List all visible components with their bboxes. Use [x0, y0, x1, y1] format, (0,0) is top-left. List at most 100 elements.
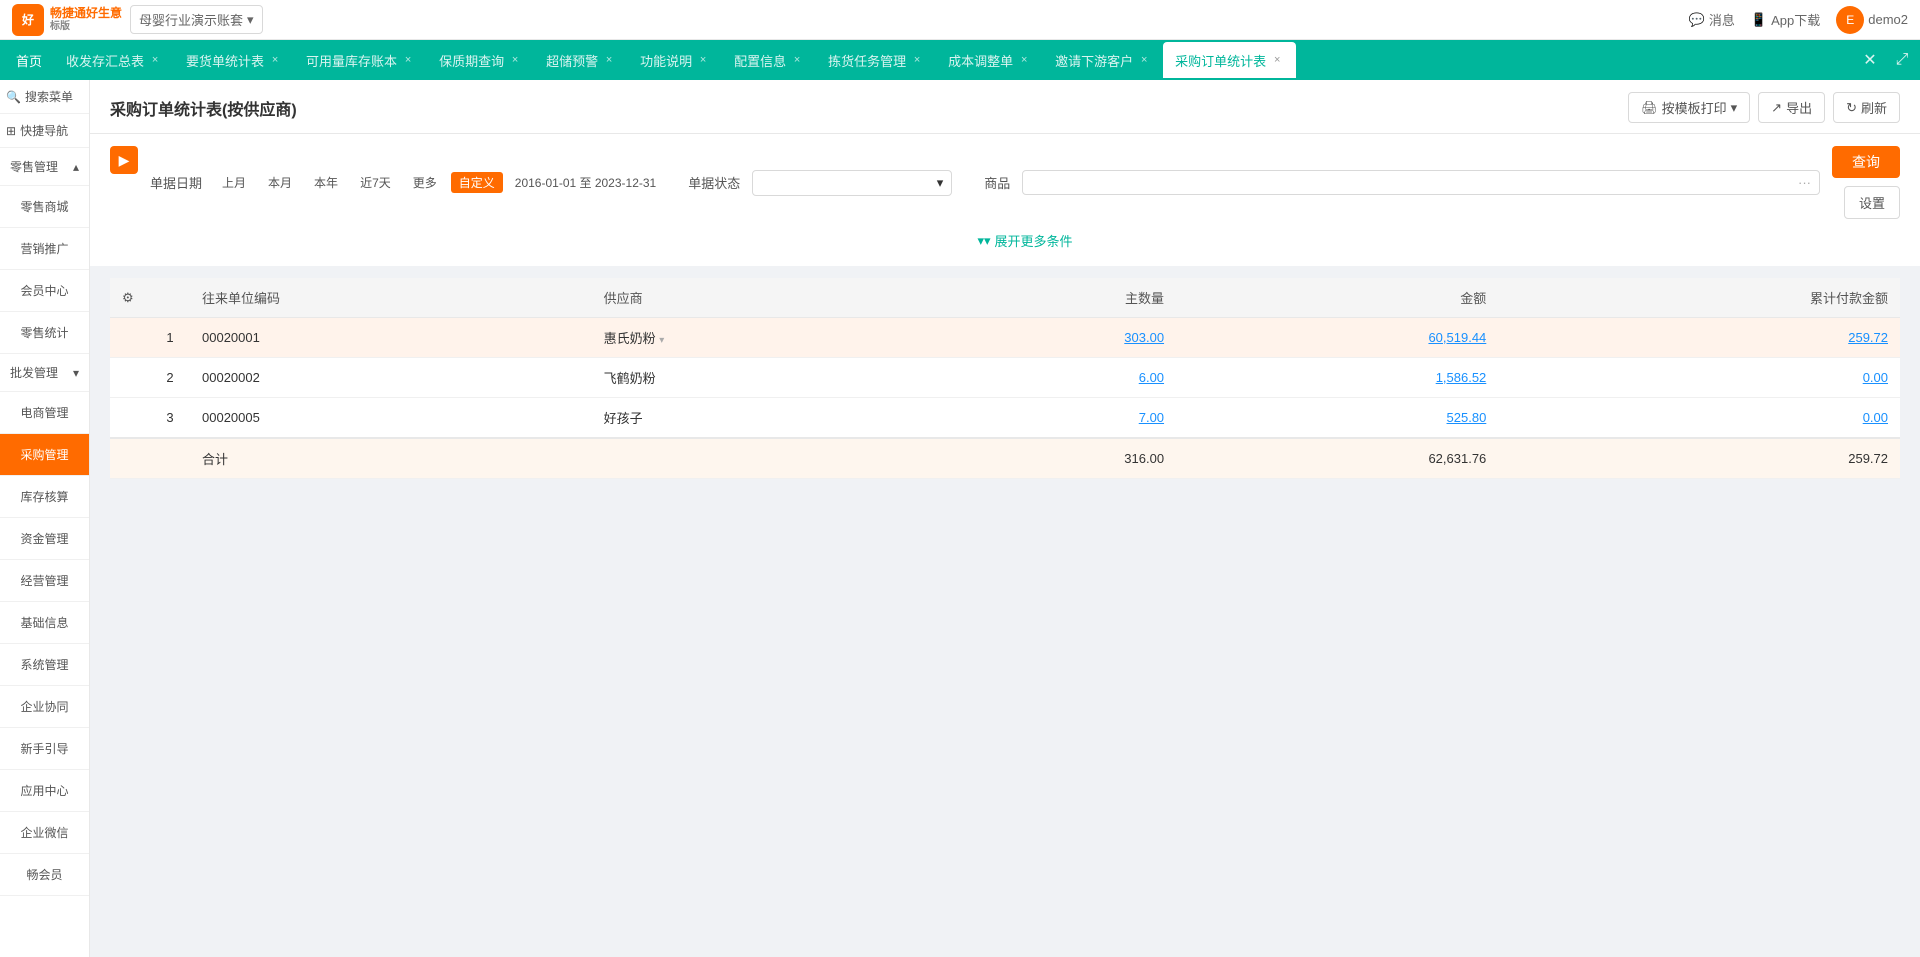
- sidebar-item-app-center[interactable]: 应用中心: [0, 770, 89, 812]
- row-paid-amount: 0.00: [1498, 398, 1900, 439]
- nav-tabs: 首页 收发存汇总表 × 要货单统计表 × 可用量库存账本 × 保质期查询 × 超…: [0, 40, 1920, 80]
- table-row[interactable]: 2 00020002 飞鹤奶粉 6.00 1,586.52 0.00: [110, 358, 1900, 398]
- sidebar-item-member[interactable]: 会员中心: [0, 270, 89, 312]
- tab-close-overstock[interactable]: ×: [602, 53, 616, 67]
- row-amount: 525.80: [1176, 398, 1498, 439]
- expand-more-button[interactable]: ▾▾ 展开更多条件: [977, 231, 1072, 250]
- tab-close-collect[interactable]: ×: [148, 53, 162, 67]
- col-no: [150, 278, 190, 318]
- tab-home[interactable]: 首页: [4, 42, 54, 78]
- expand-more-row: ▾▾ 展开更多条件: [150, 227, 1900, 254]
- sidebar-item-wechat[interactable]: 企业微信: [0, 812, 89, 854]
- more-icon: ···: [1798, 175, 1811, 190]
- top-bar-right: 💬 消息 📱 App下载 E demo2: [1689, 6, 1908, 34]
- tab-invite-down[interactable]: 邀请下游客户 ×: [1043, 42, 1163, 78]
- tab-close-requisition[interactable]: ×: [268, 53, 282, 67]
- filter-row-1: 单据日期 上月 本月 本年 近7天 更多 自定义 2016-01-01 至 20…: [150, 146, 1900, 219]
- sidebar-item-operation[interactable]: 经营管理: [0, 560, 89, 602]
- tab-requisition[interactable]: 要货单统计表 ×: [174, 42, 294, 78]
- sidebar-item-capital[interactable]: 资金管理: [0, 518, 89, 560]
- refresh-button[interactable]: ↻ 刷新: [1833, 92, 1900, 123]
- sidebar-item-new-guide[interactable]: 新手引导: [0, 728, 89, 770]
- product-input[interactable]: [1031, 175, 1794, 190]
- page-title: 采购订单统计表(按供应商): [110, 96, 297, 120]
- row-supplier: 惠氏奶粉 ▾: [592, 318, 925, 358]
- tab-usable[interactable]: 可用量库存账本 ×: [294, 42, 427, 78]
- sidebar-item-system[interactable]: 系统管理: [0, 644, 89, 686]
- sidebar-item-basic[interactable]: 基础信息: [0, 602, 89, 644]
- header-actions: 🖨 按模板打印 ▾ ↗ 导出 ↻ 刷新: [1628, 92, 1900, 123]
- tab-close-cost[interactable]: ×: [1017, 53, 1031, 67]
- settings-icon[interactable]: ⚙: [122, 290, 134, 305]
- shortcut-this-month[interactable]: 本月: [260, 172, 300, 193]
- refresh-icon: ↻: [1846, 100, 1857, 116]
- sidebar-quick-nav[interactable]: ⊞ 快捷导航: [0, 114, 89, 148]
- col-settings[interactable]: ⚙: [110, 278, 150, 318]
- message-button[interactable]: 💬 消息: [1689, 10, 1735, 29]
- sidebar-item-marketing[interactable]: 营销推广: [0, 228, 89, 270]
- table-row[interactable]: 1 00020001 惠氏奶粉 ▾ 303.00 60,519.44 259.7…: [110, 318, 1900, 358]
- status-label: 单据状态: [688, 173, 740, 192]
- sidebar-item-retail-mall[interactable]: 零售商城: [0, 186, 89, 228]
- sidebar-item-purchase[interactable]: 采购管理: [0, 434, 89, 476]
- custom-date-badge[interactable]: 自定义: [451, 172, 503, 193]
- shortcut-more[interactable]: 更多: [405, 172, 445, 193]
- sidebar-item-member2[interactable]: 畅会员: [0, 854, 89, 896]
- footer-label: 合计: [190, 438, 592, 479]
- status-select[interactable]: ▾: [752, 170, 952, 196]
- row-code: 00020002: [190, 358, 592, 398]
- tab-close-pick[interactable]: ×: [910, 53, 924, 67]
- shortcut-last-month[interactable]: 上月: [214, 172, 254, 193]
- tab-close-po[interactable]: ×: [1270, 53, 1284, 67]
- maximize-button[interactable]: ⤢: [1888, 46, 1916, 74]
- logo-text: 畅捷通好生意 标版: [50, 6, 122, 32]
- row-qty: 303.00: [925, 318, 1176, 358]
- table-container: ⚙ 往来单位编码 供应商 主数量 金额 累计付款金额 1 00020001 惠氏…: [90, 266, 1920, 957]
- tab-close-usable[interactable]: ×: [401, 53, 415, 67]
- sidebar-item-wholesale[interactable]: 批发管理 ▾: [0, 354, 89, 392]
- tab-config[interactable]: 配置信息 ×: [722, 42, 816, 78]
- tenant-selector[interactable]: 母婴行业演示账套 ▾: [130, 5, 263, 34]
- collapse-filter-button[interactable]: ▶: [110, 146, 138, 174]
- sidebar-item-retail-stat[interactable]: 零售统计: [0, 312, 89, 354]
- date-range-display: 2016-01-01 至 2023-12-31: [515, 174, 656, 191]
- tab-cost-adj[interactable]: 成本调整单 ×: [936, 42, 1043, 78]
- export-button[interactable]: ↗ 导出: [1758, 92, 1825, 123]
- tab-func-desc[interactable]: 功能说明 ×: [628, 42, 722, 78]
- query-button[interactable]: 查询: [1832, 146, 1900, 178]
- top-bar-left: 好 畅捷通好生意 标版 母婴行业演示账套 ▾: [12, 4, 263, 36]
- tab-warranty[interactable]: 保质期查询 ×: [427, 42, 534, 78]
- tab-collect[interactable]: 收发存汇总表 ×: [54, 42, 174, 78]
- tab-po-summary[interactable]: 采购订单统计表 ×: [1163, 42, 1296, 78]
- footer-qty: 316.00: [925, 438, 1176, 479]
- sidebar: 🔍 搜索菜单 ⊞ 快捷导航 零售管理 ▴ 零售商城 营销推广 会员中心 零售统计…: [0, 80, 90, 957]
- chevron-up-icon: ▴: [73, 160, 79, 174]
- tab-overstock[interactable]: 超储预警 ×: [534, 42, 628, 78]
- tab-close-func[interactable]: ×: [696, 53, 710, 67]
- app-download-button[interactable]: 📱 App下载: [1751, 10, 1820, 29]
- tab-close-config[interactable]: ×: [790, 53, 804, 67]
- export-icon: ↗: [1771, 100, 1782, 116]
- avatar: E: [1836, 6, 1864, 34]
- settings-button[interactable]: 设置: [1844, 186, 1900, 219]
- print-button[interactable]: 🖨 按模板打印 ▾: [1628, 92, 1750, 123]
- tab-close-warranty[interactable]: ×: [508, 53, 522, 67]
- sidebar-search[interactable]: 🔍 搜索菜单: [0, 80, 89, 114]
- shortcut-this-year[interactable]: 本年: [306, 172, 346, 193]
- sidebar-item-ecommerce[interactable]: 电商管理: [0, 392, 89, 434]
- close-all-tabs-button[interactable]: ✕: [1856, 46, 1884, 74]
- shortcut-7days[interactable]: 近7天: [352, 172, 399, 193]
- tab-pick-task[interactable]: 拣货任务管理 ×: [816, 42, 936, 78]
- tab-close-invite[interactable]: ×: [1137, 53, 1151, 67]
- sidebar-item-retail[interactable]: 零售管理 ▴: [0, 148, 89, 186]
- col-amount: 金额: [1176, 278, 1498, 318]
- table-row[interactable]: 3 00020005 好孩子 7.00 525.80 0.00: [110, 398, 1900, 439]
- print-icon: 🖨: [1641, 100, 1658, 116]
- sidebar-item-enterprise[interactable]: 企业协同: [0, 686, 89, 728]
- product-input-wrapper: ···: [1022, 170, 1820, 195]
- sidebar-item-inventory[interactable]: 库存核算: [0, 476, 89, 518]
- table-header-row: ⚙ 往来单位编码 供应商 主数量 金额 累计付款金额: [110, 278, 1900, 318]
- user-menu[interactable]: E demo2: [1836, 6, 1908, 34]
- logo-area: 好 畅捷通好生意 标版: [12, 4, 122, 36]
- chevron-down-icon: ▾: [1731, 100, 1738, 116]
